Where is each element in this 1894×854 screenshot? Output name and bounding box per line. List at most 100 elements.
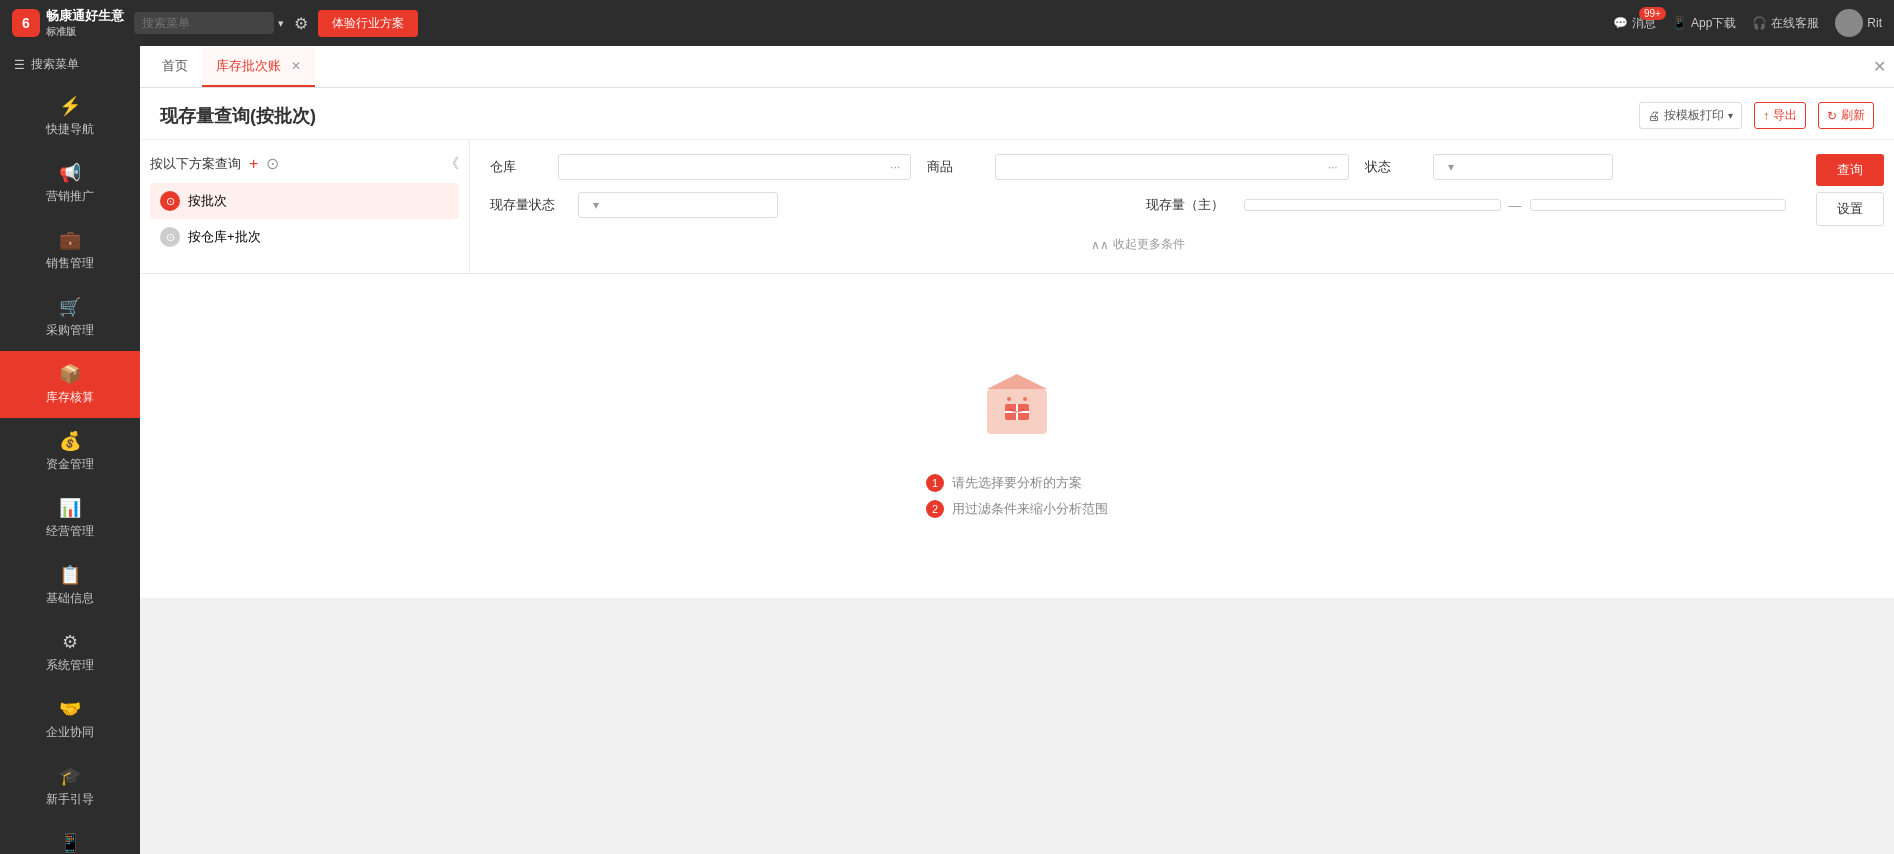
enterprise-icon: 🤝 [59, 698, 81, 720]
search-sidebar-icon: ☰ [14, 58, 25, 72]
scheme-icon-warehouse-label: ⊙ [166, 231, 175, 244]
filter-scheme-title: 按以下方案查询 [150, 155, 241, 173]
tab-inventory-batch[interactable]: 库存批次账 ✕ [202, 47, 315, 87]
sidebar-item-inventory[interactable]: 📦 库存核算 [0, 351, 140, 418]
tab-bar-close-icon[interactable]: ✕ [1873, 57, 1886, 76]
online-support-label: 在线客服 [1771, 15, 1819, 32]
scheme-item-warehouse-batch[interactable]: ⊙ 按仓库+批次 [150, 219, 459, 255]
inventory-qty-label: 现存量（主） [1146, 196, 1236, 214]
company-name: 畅康通好生意 [46, 7, 124, 25]
sidebar-basic-label: 基础信息 [46, 590, 94, 607]
tab-close-btn[interactable]: ✕ [291, 59, 301, 73]
status-arrow-icon: ▾ [1448, 160, 1454, 174]
export-icon: ↑ [1763, 109, 1769, 123]
sidebar-item-apps[interactable]: 📱 应用中心 [0, 820, 140, 854]
sidebar: ☰ 搜索菜单 ⚡ 快捷导航 📢 营销推广 💼 销售管理 🛒 采购管理 📦 库存核… [0, 46, 140, 854]
scheme-icon-label: ⊙ [166, 195, 175, 208]
inventory-status-label: 现存量状态 [490, 196, 570, 214]
product-more-icon[interactable]: ··· [1328, 160, 1338, 174]
search-dropdown[interactable]: ▾ [278, 17, 284, 30]
print-dropdown-icon[interactable]: ▾ [1728, 110, 1733, 121]
sidebar-inventory-label: 库存核算 [46, 389, 94, 406]
logo-icon: 6 [12, 9, 40, 37]
refresh-icon: ↻ [1827, 109, 1837, 123]
sidebar-item-quick-nav[interactable]: ⚡ 快捷导航 [0, 83, 140, 150]
warehouse-more-icon[interactable]: ··· [890, 160, 900, 174]
sidebar-sales-label: 销售管理 [46, 255, 94, 272]
scheme-gear-icon[interactable]: ⊙ [266, 154, 279, 173]
add-scheme-icon[interactable]: + [249, 155, 258, 173]
hint-1-num: 1 [926, 474, 944, 492]
printer-icon: 🖨 [1648, 109, 1660, 123]
operations-icon: 📊 [59, 497, 81, 519]
tab-home[interactable]: 首页 [148, 47, 202, 87]
empty-state-icon [967, 354, 1067, 454]
print-template-label: 按模板打印 [1664, 107, 1724, 124]
search-input[interactable] [134, 12, 274, 34]
phone-icon: 📱 [1672, 16, 1687, 30]
filter-fields: 仓库 ··· 商品 ··· [470, 140, 1806, 273]
sidebar-item-system[interactable]: ⚙ 系统管理 [0, 619, 140, 686]
sidebar-marketing-label: 营销推广 [46, 188, 94, 205]
sidebar-item-basic[interactable]: 📋 基础信息 [0, 552, 140, 619]
filter-scheme-title-row: 按以下方案查询 + ⊙ 《 [150, 154, 459, 173]
scheme-icon-batch: ⊙ [160, 191, 180, 211]
sidebar-item-guide[interactable]: 🎓 新手引导 [0, 753, 140, 820]
status-select[interactable]: ▾ [1433, 154, 1613, 180]
app-download-btn[interactable]: 📱 App下载 [1672, 15, 1736, 32]
sidebar-item-marketing[interactable]: 📢 营销推广 [0, 150, 140, 217]
inventory-qty-to[interactable] [1530, 199, 1787, 211]
topbar: 6 畅康通好生意 标准版 ▾ ⚙ 体验行业方案 💬 消息 99+ 📱 App下载… [0, 0, 1894, 46]
tab-home-label: 首页 [162, 58, 188, 73]
inventory-qty-from[interactable] [1244, 199, 1501, 211]
refresh-btn[interactable]: ↻ 刷新 [1818, 102, 1874, 129]
sidebar-item-sales[interactable]: 💼 销售管理 [0, 217, 140, 284]
search-wrap: ▾ [134, 12, 284, 34]
sidebar-item-enterprise[interactable]: 🤝 企业协同 [0, 686, 140, 753]
tab-bar: 首页 库存批次账 ✕ ✕ [140, 46, 1894, 88]
hint-2-text: 用过滤条件来缩小分析范围 [952, 500, 1108, 518]
online-support-btn[interactable]: 🎧 在线客服 [1752, 15, 1819, 32]
inventory-status-select[interactable]: ▾ [578, 192, 778, 218]
inventory-status-arrow: ▾ [593, 198, 599, 212]
gear-icon[interactable]: ⚙ [294, 14, 308, 33]
hint-1-text: 请先选择要分析的方案 [952, 474, 1082, 492]
system-icon: ⚙ [62, 631, 78, 653]
product-input[interactable]: ··· [995, 154, 1348, 180]
collapse-more-btn[interactable]: ∧∧ 收起更多条件 [490, 230, 1786, 259]
collapse-more-label: 收起更多条件 [1113, 236, 1185, 253]
filter-scheme-panel: 按以下方案查询 + ⊙ 《 ⊙ 按批次 ⊙ [140, 140, 470, 273]
sidebar-finance-label: 资金管理 [46, 456, 94, 473]
marketing-icon: 📢 [59, 162, 81, 184]
scheme-item-batch[interactable]: ⊙ 按批次 [150, 183, 459, 219]
sidebar-item-search[interactable]: ☰ 搜索菜单 [0, 46, 140, 83]
query-btn[interactable]: 查询 [1816, 154, 1884, 186]
empty-state: 1 请先选择要分析的方案 2 用过滤条件来缩小分析范围 [140, 274, 1894, 598]
user-avatar[interactable]: Rit [1835, 9, 1882, 37]
warehouse-input[interactable]: ··· [558, 154, 911, 180]
sidebar-operations-label: 经营管理 [46, 523, 94, 540]
export-btn[interactable]: ↑ 导出 [1754, 102, 1806, 129]
sidebar-system-label: 系统管理 [46, 657, 94, 674]
empty-hint-2: 2 用过滤条件来缩小分析范围 [926, 500, 1108, 518]
scheme-label-batch: 按批次 [188, 192, 227, 210]
experience-btn[interactable]: 体验行业方案 [318, 10, 418, 37]
messages-badge: 99+ [1639, 7, 1666, 20]
messages-btn[interactable]: 💬 消息 99+ [1613, 15, 1656, 32]
warehouse-label: 仓库 [490, 158, 550, 176]
svg-point-6 [1023, 397, 1027, 401]
sidebar-quick-nav-label: 快捷导航 [46, 121, 94, 138]
logo: 6 畅康通好生意 标准版 [12, 7, 124, 39]
settings-action-btn[interactable]: 设置 [1816, 192, 1884, 226]
sidebar-item-finance[interactable]: 💰 资金管理 [0, 418, 140, 485]
company-info: 畅康通好生意 标准版 [46, 7, 124, 39]
filter-row-1: 仓库 ··· 商品 ··· [490, 154, 1786, 180]
print-template-btn[interactable]: 🖨 按模板打印 ▾ [1639, 102, 1742, 129]
filter-collapse-arrow[interactable]: 《 [445, 155, 459, 173]
content-area: 首页 库存批次账 ✕ ✕ 现存量查询(按批次) 🖨 按模板打印 ▾ [140, 46, 1894, 854]
edition-label: 标准版 [46, 25, 124, 39]
sidebar-item-purchase[interactable]: 🛒 采购管理 [0, 284, 140, 351]
filter-container: 按以下方案查询 + ⊙ 《 ⊙ 按批次 ⊙ [140, 140, 1894, 274]
collapse-up-icon: ∧∧ [1091, 238, 1109, 252]
sidebar-item-operations[interactable]: 📊 经营管理 [0, 485, 140, 552]
